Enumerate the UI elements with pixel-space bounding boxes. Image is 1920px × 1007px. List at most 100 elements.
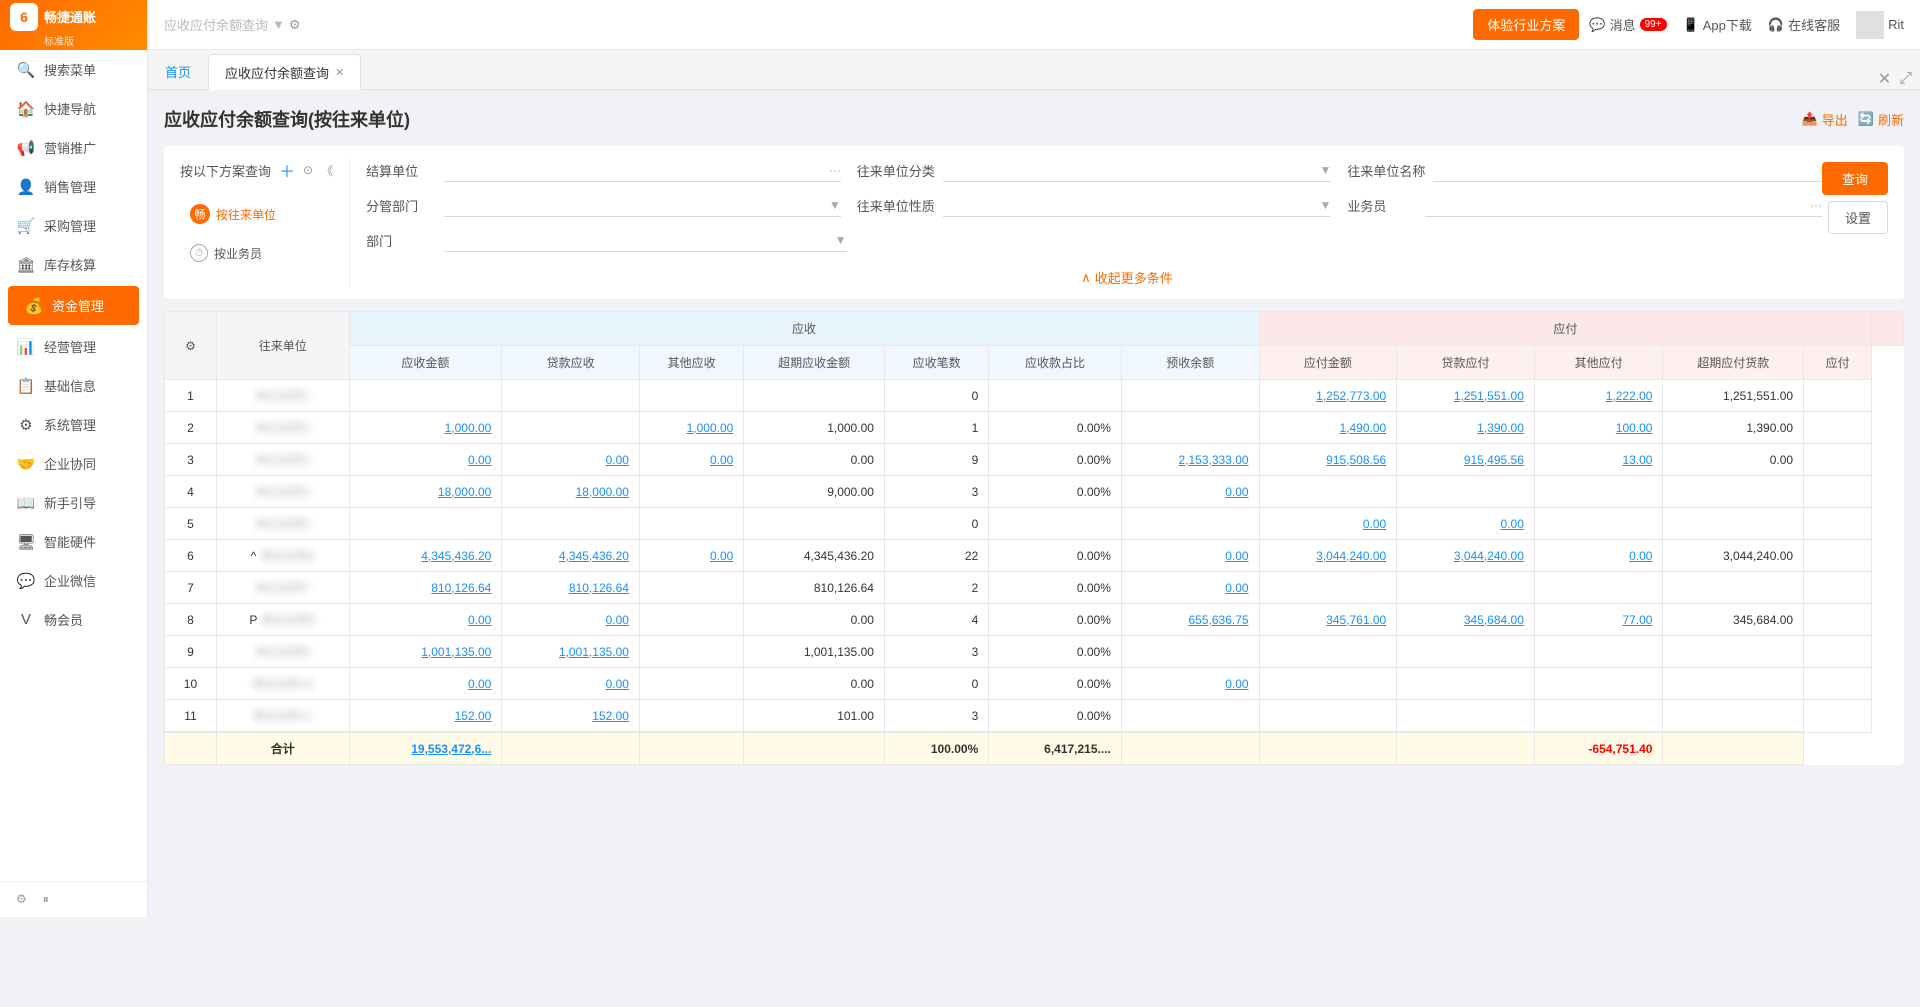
footer-advance-bal: 6,417,215.... [989,732,1122,765]
unit-category-select[interactable]: ▼ [943,159,1332,182]
cell-loan-rec[interactable]: 152.00 [502,700,640,733]
cell-advance-bal[interactable]: 0.00 [1121,572,1259,604]
sidebar-item-sales[interactable]: 👤 销售管理 [0,167,147,206]
salesperson-input[interactable]: ··· [1425,194,1822,217]
filter-row-2: 分管部门 ▼ 往来单位性质 ▼ [366,194,1822,217]
sidebar-item-purchase[interactable]: 🛒 采购管理 [0,206,147,245]
cell-other-pay[interactable]: 1,222.00 [1534,380,1663,412]
cell-other-rec[interactable]: 0.00 [639,540,743,572]
cell-pay-suffix [1804,540,1872,572]
sidebar-item-quick-nav[interactable]: 🏠 快捷导航 [0,89,147,128]
sidebar-item-member[interactable]: V 畅会员 [0,600,147,639]
cell-rec-amount[interactable]: 810,126.64 [349,572,502,604]
cell-rec-amount[interactable]: 18,000.00 [349,476,502,508]
cell-loan-pay[interactable]: 0.00 [1397,508,1535,540]
sidebar-collapse-icon[interactable]: ⏸ [43,892,49,907]
sidebar-item-enterprise[interactable]: 🤝 企业协同 [0,444,147,483]
cell-rec-amount[interactable]: 152.00 [349,700,502,733]
cell-advance-bal[interactable]: 655,636.75 [1121,604,1259,636]
cell-loan-pay[interactable]: 1,251,551.00 [1397,380,1535,412]
cell-rec-amount[interactable]: 4,345,436.20 [349,540,502,572]
app-download-button[interactable]: 📱 App下载 [1683,15,1752,34]
unit-name-input[interactable] [1433,158,1822,182]
table-settings-icon[interactable]: ⚙ [185,339,196,353]
cell-advance-bal[interactable]: 2,153,333.00 [1121,444,1259,476]
sidebar-settings-icon[interactable]: ⚙ [16,892,27,907]
cell-loan-rec[interactable]: 1,001,135.00 [502,636,640,668]
cell-pay-amount[interactable]: 3,044,240.00 [1259,540,1397,572]
tab-home[interactable]: 首页 [148,53,208,89]
cell-loan-rec[interactable]: 0.00 [502,668,640,700]
cell-loan-pay[interactable]: 915,495.56 [1397,444,1535,476]
cell-rec-amount[interactable]: 1,001,135.00 [349,636,502,668]
cell-rec-amount[interactable]: 0.00 [349,444,502,476]
cell-other-rec[interactable]: 0.00 [639,444,743,476]
cell-other-pay[interactable]: 0.00 [1534,540,1663,572]
cell-pay-amount[interactable]: 915,508.56 [1259,444,1397,476]
cell-other-pay[interactable]: 77.00 [1534,604,1663,636]
scheme-item-by-salesperson[interactable]: ⏱ 按业务员 [180,238,333,268]
cell-rec-amount[interactable]: 1,000.00 [349,412,502,444]
department-select[interactable]: ▼ [444,194,841,217]
nature-chevron: ▼ [1319,198,1331,212]
scheme-item-by-unit[interactable]: 畅 按往来单位 [180,198,333,230]
sidebar-item-search-menu[interactable]: 🔍 搜索菜单 [0,50,147,89]
unit-nature-select[interactable]: ▼ [943,194,1332,217]
cell-pay-amount[interactable]: 345,761.00 [1259,604,1397,636]
cell-pay-amount[interactable]: 1,490.00 [1259,412,1397,444]
tab-receivables[interactable]: 应收应付余额查询 ✕ [208,54,361,90]
tab-close-all-icon[interactable]: ✕ [1878,69,1891,89]
scheme-settings-icon[interactable]: ⊙ [303,163,313,177]
app-version: 标准版 [44,33,74,48]
tab-close-icon[interactable]: ✕ [335,66,344,79]
sidebar-item-smart-hardware[interactable]: 🖥 智能硬件 [0,522,147,561]
sidebar-item-operations[interactable]: 📊 经营管理 [0,327,147,366]
salesperson-label: 业务员 [1347,196,1417,215]
cell-other-pay[interactable]: 13.00 [1534,444,1663,476]
cell-overdue-pay: 345,684.00 [1663,604,1804,636]
settings-button[interactable]: 设置 [1828,201,1888,234]
cell-loan-rec[interactable]: 0.00 [502,604,640,636]
cell-loan-pay[interactable]: 345,684.00 [1397,604,1535,636]
footer-rec-amount[interactable]: 19,553,472,6... [349,732,502,765]
export-button[interactable]: 📤 导出 [1802,110,1848,129]
cell-loan-pay[interactable]: 1,390.00 [1397,412,1535,444]
cell-pay-amount[interactable]: 0.00 [1259,508,1397,540]
cell-loan-rec[interactable]: 4,345,436.20 [502,540,640,572]
add-scheme-icon[interactable]: ＋ [279,158,295,182]
messages-button[interactable]: 💬 消息 99+ [1589,15,1666,34]
query-button[interactable]: 查询 [1822,162,1888,195]
sales-icon: 👤 [16,178,36,196]
sidebar-item-system[interactable]: ⚙ 系统管理 [0,405,147,444]
cell-rec-amount[interactable]: 0.00 [349,604,502,636]
cell-other-pay[interactable]: 100.00 [1534,412,1663,444]
settlement-unit-input[interactable]: ··· [444,159,841,182]
cell-loan-rec[interactable]: 0.00 [502,444,640,476]
sidebar-item-marketing[interactable]: 📢 营销推广 [0,128,147,167]
collapse-button[interactable]: ∧ 收起更多条件 [366,268,1888,287]
cell-other-rec[interactable]: 1,000.00 [639,412,743,444]
th-settings[interactable]: ⚙ [165,312,217,380]
cell-loan-pay[interactable]: 3,044,240.00 [1397,540,1535,572]
sidebar-item-finance[interactable]: 💰 资金管理 [8,286,139,325]
cell-loan-rec[interactable]: 810,126.64 [502,572,640,604]
cell-advance-bal[interactable]: 0.00 [1121,668,1259,700]
scheme-more-icon[interactable]: 《 [321,162,333,179]
page-title-bar: 应收应付余额查询(按往来单位) 📤 导出 🔄 刷新 [164,106,1904,132]
tab-expand-icon[interactable]: ⤢ [1899,70,1912,88]
sidebar-item-inventory[interactable]: 🏛 库存核算 [0,245,147,284]
cell-loan-rec[interactable]: 18,000.00 [502,476,640,508]
refresh-button[interactable]: 🔄 刷新 [1858,110,1904,129]
cell-pay-amount[interactable]: 1,252,773.00 [1259,380,1397,412]
cell-advance-bal[interactable]: 0.00 [1121,476,1259,508]
sidebar-item-wechat[interactable]: 💬 企业微信 [0,561,147,600]
cell-advance-bal[interactable]: 0.00 [1121,540,1259,572]
dept-select[interactable]: ▼ [444,229,846,252]
solution-button[interactable]: 体验行业方案 [1473,9,1579,40]
user-avatar[interactable]: Rit [1856,11,1904,39]
cell-rec-amount[interactable]: 0.00 [349,668,502,700]
online-service-button[interactable]: 🎧 在线客服 [1768,15,1840,34]
gear-icon[interactable]: ⚙ [289,17,301,33]
sidebar-item-beginner[interactable]: 📖 新手引导 [0,483,147,522]
sidebar-item-basic-info[interactable]: 📋 基础信息 [0,366,147,405]
